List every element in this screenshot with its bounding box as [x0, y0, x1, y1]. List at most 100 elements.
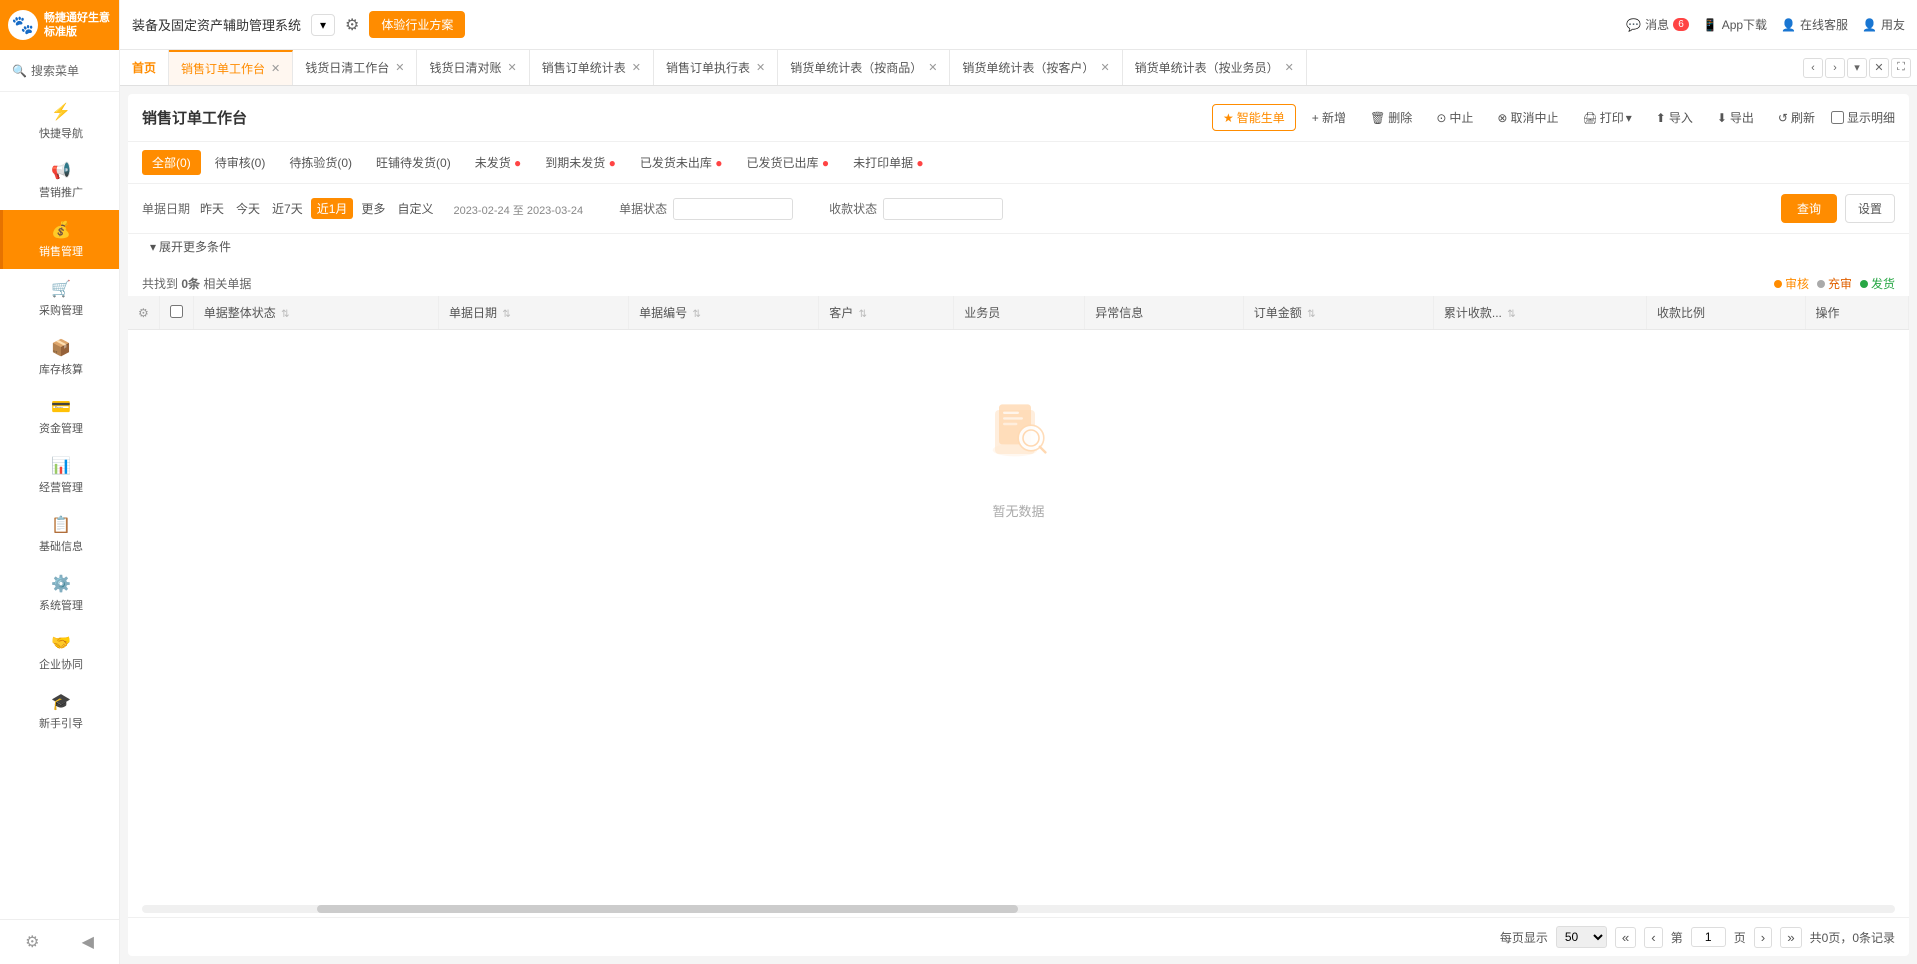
trial-button[interactable]: 体验行业方案: [369, 11, 465, 38]
online-service-button[interactable]: 👤 在线客服: [1781, 16, 1848, 33]
sub-tab-not-printed[interactable]: 未打印单据 ●: [843, 150, 934, 175]
next-page-button[interactable]: ›: [1754, 927, 1772, 948]
print-icon: 🖨: [1582, 111, 1597, 125]
review-btn[interactable]: 审核: [1774, 275, 1809, 292]
sub-tab-shipped-out[interactable]: 已发货已出库 ●: [736, 150, 839, 175]
smart-create-button[interactable]: ★ 智能生单: [1212, 104, 1296, 131]
tabs-fullscreen-button[interactable]: ⛶: [1891, 58, 1911, 78]
tab-close-sales-exec[interactable]: ✕: [756, 61, 765, 74]
sidebar-nav-item-operations[interactable]: 📊 经营管理: [0, 446, 119, 505]
tabs-next-button[interactable]: ›: [1825, 58, 1845, 78]
select-all-checkbox[interactable]: [170, 305, 183, 318]
prev-page-button[interactable]: ‹: [1644, 927, 1662, 948]
chevron-down-icon: ▾: [150, 240, 156, 254]
last-page-button[interactable]: »: [1780, 927, 1801, 948]
tab-sales-summary-customer[interactable]: 销货单统计表（按客户） ✕: [950, 50, 1122, 86]
app-download-button[interactable]: 📱 App下载: [1703, 16, 1767, 33]
cancel-review-btn[interactable]: 充审: [1817, 275, 1852, 292]
tabs-close-all-button[interactable]: ✕: [1869, 58, 1889, 78]
total-records: 共0页，0条记录: [1810, 929, 1895, 946]
sub-tab-not-shipped[interactable]: 未发货 ●: [465, 150, 532, 175]
sub-tab-all[interactable]: 全部(0): [142, 150, 201, 175]
user-menu-button[interactable]: 👤 用友: [1862, 16, 1905, 33]
sub-tab-expired-not-shipped[interactable]: 到期未发货 ●: [535, 150, 626, 175]
date-btn-7days[interactable]: 近7天: [268, 198, 307, 219]
stop-button[interactable]: ⊙ 中止: [1428, 105, 1481, 130]
date-btn-1month[interactable]: 近1月: [311, 198, 354, 219]
sidebar-nav-item-guide[interactable]: 🎓 新手引导: [0, 682, 119, 741]
tab-home[interactable]: 首页: [120, 50, 169, 86]
sidebar-nav-item-sales[interactable]: 💰 销售管理: [0, 210, 119, 269]
tab-close-sales-summary-staff[interactable]: ✕: [1285, 61, 1294, 74]
sidebar-nav-item-system[interactable]: ⚙️ 系统管理: [0, 564, 119, 623]
expand-conditions-button[interactable]: ▾ 展开更多条件: [142, 234, 239, 259]
sidebar-nav-item-quick-nav[interactable]: ⚡ 快捷导航: [0, 92, 119, 151]
horizontal-scrollbar[interactable]: [142, 905, 1895, 913]
tab-close-sales-summary-customer[interactable]: ✕: [1100, 61, 1109, 74]
tab-close-cash-daily[interactable]: ✕: [395, 61, 404, 74]
sub-tab-wangpu[interactable]: 旺铺待发货(0): [366, 150, 461, 175]
tab-close-sales-summary-product[interactable]: ✕: [928, 61, 937, 74]
refresh-button[interactable]: ↺ 刷新: [1770, 105, 1823, 130]
tab-close-sales-stat[interactable]: ✕: [632, 61, 641, 74]
message-button[interactable]: 💬 消息 6: [1626, 16, 1689, 33]
date-filter-label: 单据日期: [142, 200, 190, 217]
tabs-more-button[interactable]: ▾: [1847, 58, 1867, 78]
setting-button[interactable]: 设置: [1845, 194, 1895, 223]
date-btn-more[interactable]: 更多: [357, 198, 389, 219]
quick-nav-icon: ⚡: [51, 102, 71, 122]
pagination-bar: 每页显示 50 100 200 « ‹ 第 页 › » 共0页，0条记录: [128, 917, 1909, 956]
tabs-prev-button[interactable]: ‹: [1803, 58, 1823, 78]
tab-sales-stat[interactable]: 销售订单统计表 ✕: [530, 50, 654, 86]
payment-select[interactable]: [883, 198, 1003, 220]
sub-tab-pending-check[interactable]: 待拣验货(0): [279, 150, 362, 175]
query-button[interactable]: 查询: [1781, 194, 1837, 223]
show-details-checkbox-label[interactable]: 显示明细: [1831, 109, 1895, 126]
sidebar-collapse-button[interactable]: ◀: [78, 928, 98, 956]
status-select[interactable]: [673, 198, 793, 220]
tab-cash-daily[interactable]: 钱货日清工作台 ✕: [293, 50, 417, 86]
date-btn-yesterday[interactable]: 昨天: [196, 198, 228, 219]
stats-actions: 审核 充审 发货: [1774, 275, 1895, 292]
show-details-checkbox[interactable]: [1831, 111, 1844, 124]
user-icon: 👤: [1862, 18, 1877, 32]
th-abnormal: 异常信息: [1085, 296, 1244, 330]
tab-close-cash-reconcile[interactable]: ✕: [508, 61, 517, 74]
tab-cash-reconcile[interactable]: 钱货日清对账 ✕: [417, 50, 529, 86]
scroll-thumb[interactable]: [317, 905, 1018, 913]
sidebar-nav-item-inventory[interactable]: 📦 库存核算: [0, 328, 119, 387]
search-menu-button[interactable]: 🔍 搜索菜单: [6, 58, 113, 83]
finance-icon: 💳: [51, 397, 71, 417]
date-btn-today[interactable]: 今天: [232, 198, 264, 219]
payment-filter: 收款状态: [829, 198, 1003, 220]
export-button[interactable]: ⬇ 导出: [1709, 105, 1762, 130]
date-btn-custom[interactable]: 自定义: [393, 198, 437, 219]
inventory-icon: 📦: [51, 338, 71, 358]
sub-tab-pending-review[interactable]: 待审核(0): [205, 150, 276, 175]
sidebar-settings-button[interactable]: ⚙: [21, 928, 43, 956]
tab-sales-summary-staff[interactable]: 销货单统计表（按业务员） ✕: [1123, 50, 1307, 86]
first-page-button[interactable]: «: [1615, 927, 1636, 948]
tab-sales-exec[interactable]: 销售订单执行表 ✕: [654, 50, 778, 86]
tab-sales-workbench[interactable]: 销售订单工作台 ✕: [169, 50, 293, 86]
settings-gear-button[interactable]: ⚙: [345, 15, 359, 35]
delete-button[interactable]: 🗑 删除: [1362, 105, 1420, 130]
tab-close-sales-workbench[interactable]: ✕: [271, 62, 280, 75]
star-icon: ★: [1223, 111, 1234, 125]
page-number-input[interactable]: [1691, 927, 1726, 947]
sidebar-nav-item-finance[interactable]: 💳 资金管理: [0, 387, 119, 446]
send-btn[interactable]: 发货: [1860, 275, 1895, 292]
print-button[interactable]: 🖨 打印 ▾: [1574, 105, 1639, 130]
sidebar-nav-item-purchase[interactable]: 🛒 采购管理: [0, 269, 119, 328]
system-dropdown-button[interactable]: ▾: [311, 14, 335, 36]
import-button[interactable]: ⬆ 导入: [1648, 105, 1701, 130]
per-page-select[interactable]: 50 100 200: [1556, 926, 1607, 948]
tab-sales-summary-product[interactable]: 销货单统计表（按商品） ✕: [778, 50, 950, 86]
sidebar-nav-item-marketing[interactable]: 📢 营销推广: [0, 151, 119, 210]
sub-tab-shipped-not-out[interactable]: 已发货未出库 ●: [630, 150, 733, 175]
new-button[interactable]: + 新增: [1304, 105, 1354, 130]
sidebar-nav-item-enterprise[interactable]: 🤝 企业协同: [0, 623, 119, 682]
cancel-stop-button[interactable]: ⊗ 取消中止: [1489, 105, 1566, 130]
operations-icon: 📊: [51, 456, 71, 476]
sidebar-nav-item-basic-info[interactable]: 📋 基础信息: [0, 505, 119, 564]
